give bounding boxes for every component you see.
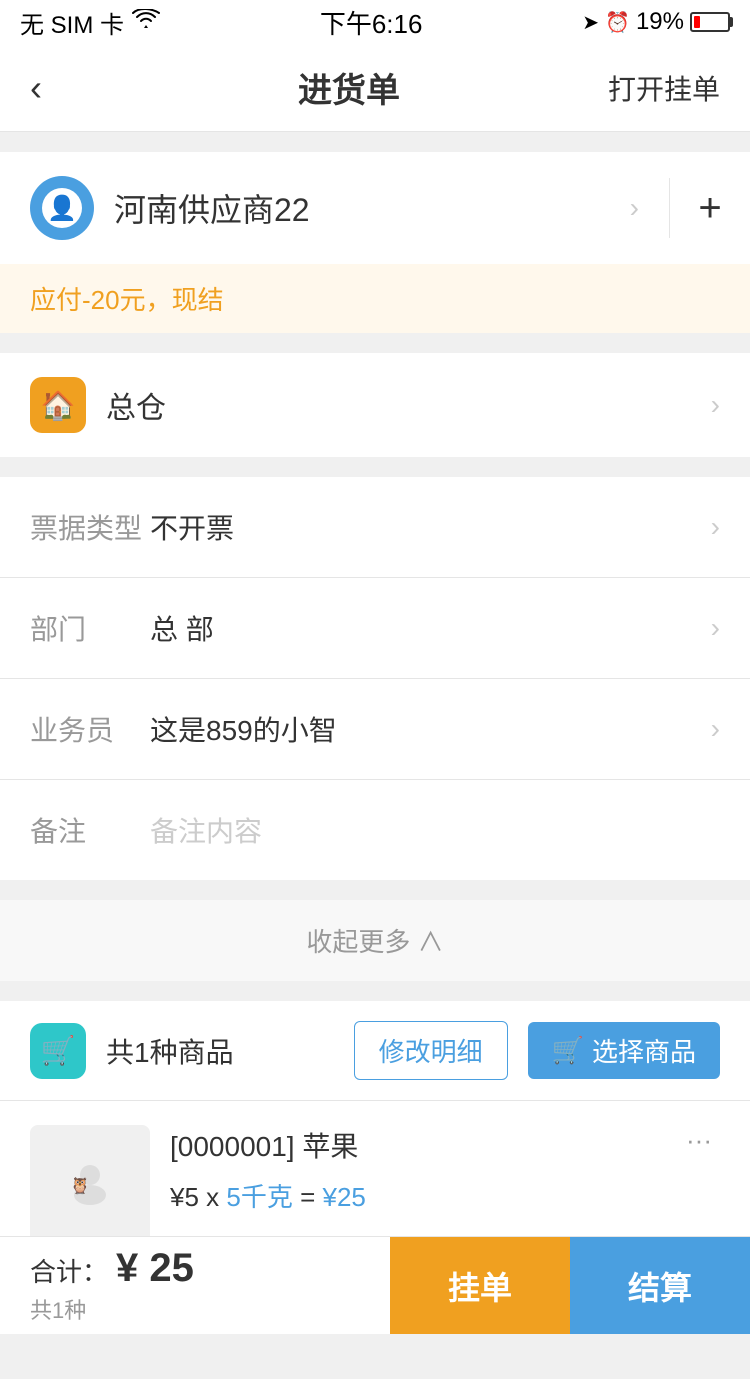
status-bar: 无 SIM 卡 下午6:16 ➤ ⏰ 19% — [0, 0, 750, 44]
back-button[interactable]: ‹ — [30, 67, 90, 109]
product-code: [0000001] — [170, 1131, 302, 1162]
invoice-type-row[interactable]: 票据类型 不开票 › — [0, 477, 750, 577]
remark-value[interactable]: 备注内容 — [150, 810, 720, 850]
select-product-button[interactable]: 🛒 选择商品 — [528, 1022, 720, 1079]
product-title: 苹果 — [302, 1131, 358, 1162]
open-hang-button[interactable]: 打开挂单 — [608, 68, 720, 108]
remark-row[interactable]: 备注 备注内容 — [0, 780, 750, 880]
divider-2 — [0, 333, 750, 353]
total-amount: ¥ 25 — [116, 1246, 194, 1291]
product-menu-button[interactable]: ··· — [678, 1125, 720, 1156]
product-unit-price: ¥5 x — [170, 1182, 226, 1212]
divider-top — [0, 132, 750, 152]
bottom-bar: 合计： ¥ 25 共1种 挂单 结算 — [0, 1236, 750, 1334]
add-supplier-button[interactable]: + — [670, 186, 750, 231]
invoice-type-label: 票据类型 — [30, 507, 150, 547]
product-quantity: 5千克 — [226, 1182, 292, 1212]
svg-text:🦉: 🦉 — [70, 1177, 90, 1195]
product-name: [0000001] 苹果 — [170, 1125, 658, 1165]
wifi-icon — [132, 8, 160, 36]
divider-8 — [0, 981, 750, 1001]
collapse-row[interactable]: 收起更多 ∧ — [0, 900, 750, 981]
supplier-name: 河南供应商22 — [114, 185, 610, 231]
total-label: 合计： — [30, 1252, 108, 1289]
notice-text: 应付-20元，现结 — [30, 285, 224, 315]
salesman-chevron-icon: › — [711, 713, 720, 745]
supplier-chevron-icon: › — [630, 192, 639, 224]
battery-percent: 19% — [636, 8, 684, 36]
select-product-cart-icon: 🛒 — [552, 1035, 584, 1066]
page-title: 进货单 — [298, 63, 400, 112]
status-right: ➤ ⏰ 19% — [582, 8, 730, 36]
divider-7 — [0, 880, 750, 900]
carrier-label: 无 SIM 卡 — [20, 5, 124, 40]
warehouse-icon-wrap: 🏠 — [30, 377, 86, 433]
department-label: 部门 — [30, 608, 150, 648]
warehouse-icon: 🏠 — [41, 389, 76, 422]
divider-3 — [0, 457, 750, 477]
battery-icon — [690, 12, 730, 32]
checkout-button[interactable]: 结算 — [570, 1237, 750, 1334]
department-row[interactable]: 部门 总 部 › — [0, 578, 750, 678]
summary-info: 合计： ¥ 25 共1种 — [0, 1237, 390, 1334]
supplier-avatar: 👤 — [30, 176, 94, 240]
product-count: 共1种商品 — [106, 1031, 334, 1071]
person-icon: 👤 — [47, 194, 77, 223]
product-price-line: ¥5 x 5千克 = ¥25 — [170, 1177, 658, 1214]
count-sub: 共1种 — [30, 1293, 360, 1325]
collapse-label: 收起更多 ∧ — [306, 922, 443, 959]
warehouse-chevron-icon: › — [711, 389, 720, 421]
status-time: 下午6:16 — [320, 4, 423, 41]
salesman-row[interactable]: 业务员 这是859的小智 › — [0, 679, 750, 779]
warehouse-selector[interactable]: 🏠 总仓 › — [0, 353, 750, 457]
product-thumbnail: 🦉 — [30, 1125, 150, 1245]
product-info: [0000001] 苹果 ¥5 x 5千克 = ¥25 — [170, 1125, 658, 1214]
product-icon-wrap: 🛒 — [30, 1023, 86, 1079]
select-product-label: 选择商品 — [592, 1032, 696, 1069]
product-equals: = — [293, 1182, 323, 1212]
supplier-section: 👤 河南供应商22 › + — [0, 152, 750, 264]
department-chevron-icon: › — [711, 612, 720, 644]
nav-bar: ‹ 进货单 打开挂单 — [0, 44, 750, 132]
salesman-label: 业务员 — [30, 709, 150, 749]
location-icon: ➤ — [582, 10, 599, 35]
hang-button[interactable]: 挂单 — [390, 1237, 570, 1334]
warehouse-name: 总仓 — [106, 383, 691, 427]
alarm-icon: ⏰ — [605, 10, 630, 35]
product-header: 🛒 共1种商品 修改明细 🛒 选择商品 — [0, 1001, 750, 1100]
remark-label: 备注 — [30, 810, 150, 850]
notice-bar: 应付-20元，现结 — [0, 264, 750, 333]
invoice-type-chevron-icon: › — [711, 511, 720, 543]
department-value: 总 部 — [150, 608, 711, 648]
product-icon: 🛒 — [41, 1034, 76, 1067]
supplier-selector[interactable]: 👤 河南供应商22 › — [0, 152, 669, 264]
salesman-value: 这是859的小智 — [150, 709, 711, 749]
status-left: 无 SIM 卡 — [20, 5, 160, 40]
product-total-price: ¥25 — [322, 1182, 365, 1212]
invoice-type-value: 不开票 — [150, 507, 711, 547]
modify-detail-button[interactable]: 修改明细 — [354, 1021, 508, 1080]
